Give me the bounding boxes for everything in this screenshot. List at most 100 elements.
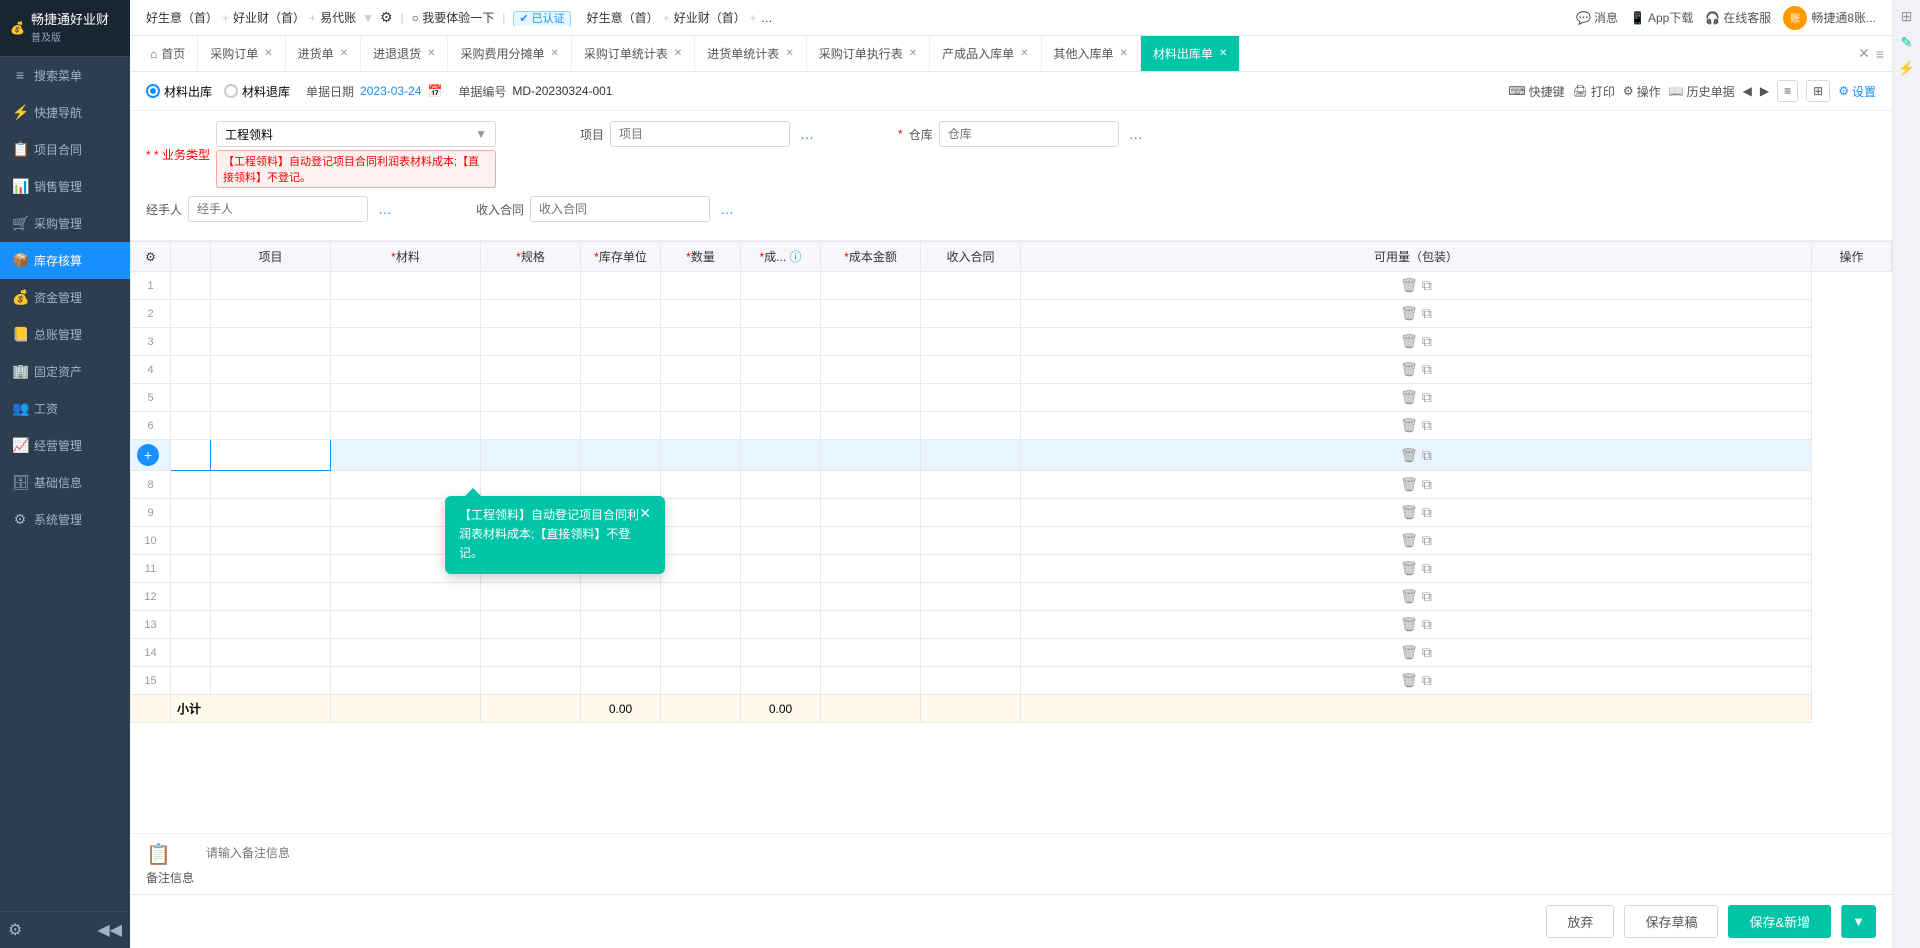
tab-overflow-icon[interactable]: ≡ — [1876, 46, 1884, 62]
row-8-available[interactable] — [921, 471, 1021, 499]
row-14-copy-btn[interactable]: ⧉ — [1422, 644, 1432, 661]
row-3-delete-btn[interactable]: 🗑 — [1400, 333, 1418, 350]
close-tab-purchase-order[interactable]: ✕ — [264, 48, 272, 59]
row-10-delete-btn[interactable]: 🗑 — [1400, 532, 1418, 549]
row-6-income-contract[interactable] — [821, 412, 921, 440]
collapse-sidebar-icon[interactable]: ◀◀ — [97, 920, 122, 940]
close-all-tabs-icon[interactable]: ✕ — [1858, 45, 1870, 62]
row-4-income-contract[interactable] — [821, 356, 921, 384]
row-1-material[interactable] — [211, 272, 331, 300]
sidebar-item-search[interactable]: ≡ 搜索菜单 — [0, 57, 130, 94]
row-3-unit[interactable] — [481, 328, 581, 356]
row-1-unit[interactable] — [481, 272, 581, 300]
row-2-available[interactable] — [921, 300, 1021, 328]
row-8-material[interactable] — [211, 471, 331, 499]
row-4-copy-btn[interactable]: ⧉ — [1422, 361, 1432, 378]
row-4-cost-price[interactable] — [661, 356, 741, 384]
tab-purchase-order[interactable]: 采购订单 ✕ — [198, 36, 285, 72]
row-2-cost-amount[interactable] — [741, 300, 821, 328]
row-8-copy-btn[interactable]: ⧉ — [1422, 476, 1432, 493]
app-download-link[interactable]: 📱 App下载 — [1630, 9, 1693, 26]
row-1-copy-btn[interactable]: ⧉ — [1422, 277, 1432, 294]
row-2-qty[interactable] — [581, 300, 661, 328]
row-7-delete-btn[interactable]: 🗑 — [1400, 447, 1418, 464]
row-3-material[interactable] — [211, 328, 331, 356]
row-1-spec[interactable] — [331, 272, 481, 300]
row-7-spec[interactable] — [331, 440, 481, 471]
sidebar-item-ledger[interactable]: 📒 总账管理 — [0, 316, 130, 353]
sidebar-item-inventory[interactable]: 📦 库存核算 — [0, 242, 130, 279]
row-9-copy-btn[interactable]: ⧉ — [1422, 504, 1432, 521]
radio-material-out[interactable]: 材料出库 — [146, 83, 212, 100]
row-6-cost-price[interactable] — [661, 412, 741, 440]
row-4-unit[interactable] — [481, 356, 581, 384]
close-tab-material-out[interactable]: ✕ — [1219, 48, 1227, 59]
row-5-delete-btn[interactable]: 🗑 — [1400, 389, 1418, 406]
row-10-copy-btn[interactable]: ⧉ — [1422, 532, 1432, 549]
row-4-delete-btn[interactable]: 🗑 — [1400, 361, 1418, 378]
row-12-delete-btn[interactable]: 🗑 — [1400, 588, 1418, 605]
row-9-delete-btn[interactable]: 🗑 — [1400, 504, 1418, 521]
tab-receipt-stat[interactable]: 进货单统计表 ✕ — [695, 36, 806, 72]
table-settings-icon[interactable]: ⚙ — [145, 250, 156, 264]
print-btn[interactable]: 🖨 打印 — [1573, 83, 1615, 100]
row-15-delete-btn[interactable]: 🗑 — [1400, 672, 1418, 689]
tab-material-out[interactable]: 材料出库单 ✕ — [1141, 36, 1240, 72]
operate-btn[interactable]: ⚙ 操作 — [1623, 83, 1661, 100]
row-4-material[interactable] — [211, 356, 331, 384]
row-6-copy-btn[interactable]: ⧉ — [1422, 417, 1432, 434]
row-6-project[interactable] — [171, 412, 211, 440]
save-new-dropdown-btn[interactable]: ▼ — [1841, 905, 1876, 938]
row-7-income-contract[interactable] — [821, 440, 921, 471]
tab-purchase-return[interactable]: 进退退货 ✕ — [361, 36, 448, 72]
right-panel-icon-2[interactable]: ✎ — [1895, 30, 1919, 54]
online-service-link[interactable]: 🎧 在线客服 — [1705, 9, 1771, 26]
close-tab-purchase-fee[interactable]: ✕ — [551, 48, 559, 59]
row-11-copy-btn[interactable]: ⧉ — [1422, 560, 1432, 577]
row-8-cost-amount[interactable] — [741, 471, 821, 499]
row-12-copy-btn[interactable]: ⧉ — [1422, 588, 1432, 605]
discard-btn[interactable]: 放弃 — [1546, 905, 1614, 938]
row-7-copy-btn[interactable]: ⧉ — [1422, 447, 1432, 464]
row-4-qty[interactable] — [581, 356, 661, 384]
col-settings-header[interactable]: ⚙ — [131, 242, 171, 272]
cost-price-info-icon[interactable]: ⓘ — [790, 250, 802, 264]
message-link[interactable]: 💬 消息 — [1576, 9, 1618, 26]
history-btn[interactable]: 📖 历史单据 — [1669, 83, 1735, 100]
row-8-qty[interactable] — [581, 471, 661, 499]
income-contract-dots-btn[interactable]: … — [720, 201, 734, 217]
row-7-qty[interactable] — [581, 440, 661, 471]
sidebar-item-system[interactable]: ⚙ 系统管理 — [0, 501, 130, 538]
sidebar-item-sales[interactable]: 📊 销售管理 — [0, 168, 130, 205]
row-6-spec[interactable] — [331, 412, 481, 440]
row-3-cost-price[interactable] — [661, 328, 741, 356]
close-tab-other-in[interactable]: ✕ — [1120, 48, 1128, 59]
sidebar-item-management[interactable]: 📈 经营管理 — [0, 427, 130, 464]
right-panel-icon-1[interactable]: ⊞ — [1895, 4, 1919, 28]
close-tab-product-in[interactable]: ✕ — [1020, 48, 1028, 59]
radio-material-return[interactable]: 材料退库 — [224, 83, 290, 100]
sidebar-item-basic[interactable]: 🗄 基础信息 — [0, 464, 130, 501]
row-5-cost-price[interactable] — [661, 384, 741, 412]
business-type-select[interactable]: 工程领料 ▼ — [216, 121, 496, 147]
sidebar-item-project[interactable]: 📋 项目合同 — [0, 131, 130, 168]
row-8-spec[interactable] — [331, 471, 481, 499]
row-13-copy-btn[interactable]: ⧉ — [1422, 616, 1432, 633]
tab-product-in[interactable]: 产成品入库单 ✕ — [930, 36, 1041, 72]
tooltip-close-btn[interactable]: ✕ — [639, 506, 651, 520]
layout1-btn[interactable]: ≡ — [1777, 80, 1798, 102]
row-15-copy-btn[interactable]: ⧉ — [1422, 672, 1432, 689]
add-row-btn[interactable]: + — [137, 444, 159, 466]
row-8-income-contract[interactable] — [821, 471, 921, 499]
row-5-available[interactable] — [921, 384, 1021, 412]
row-6-material[interactable] — [211, 412, 331, 440]
row-5-project[interactable] — [171, 384, 211, 412]
row-8-cost-price[interactable] — [661, 471, 741, 499]
row-2-project[interactable] — [171, 300, 211, 328]
project-input[interactable] — [610, 121, 790, 147]
top-link-haoshengyi1[interactable]: 好生意（首） — [146, 9, 218, 26]
row-13-delete-btn[interactable]: 🗑 — [1400, 616, 1418, 633]
row-3-copy-btn[interactable]: ⧉ — [1422, 333, 1432, 350]
income-contract-input[interactable] — [530, 196, 710, 222]
close-tab-receipt-stat[interactable]: ✕ — [785, 48, 793, 59]
